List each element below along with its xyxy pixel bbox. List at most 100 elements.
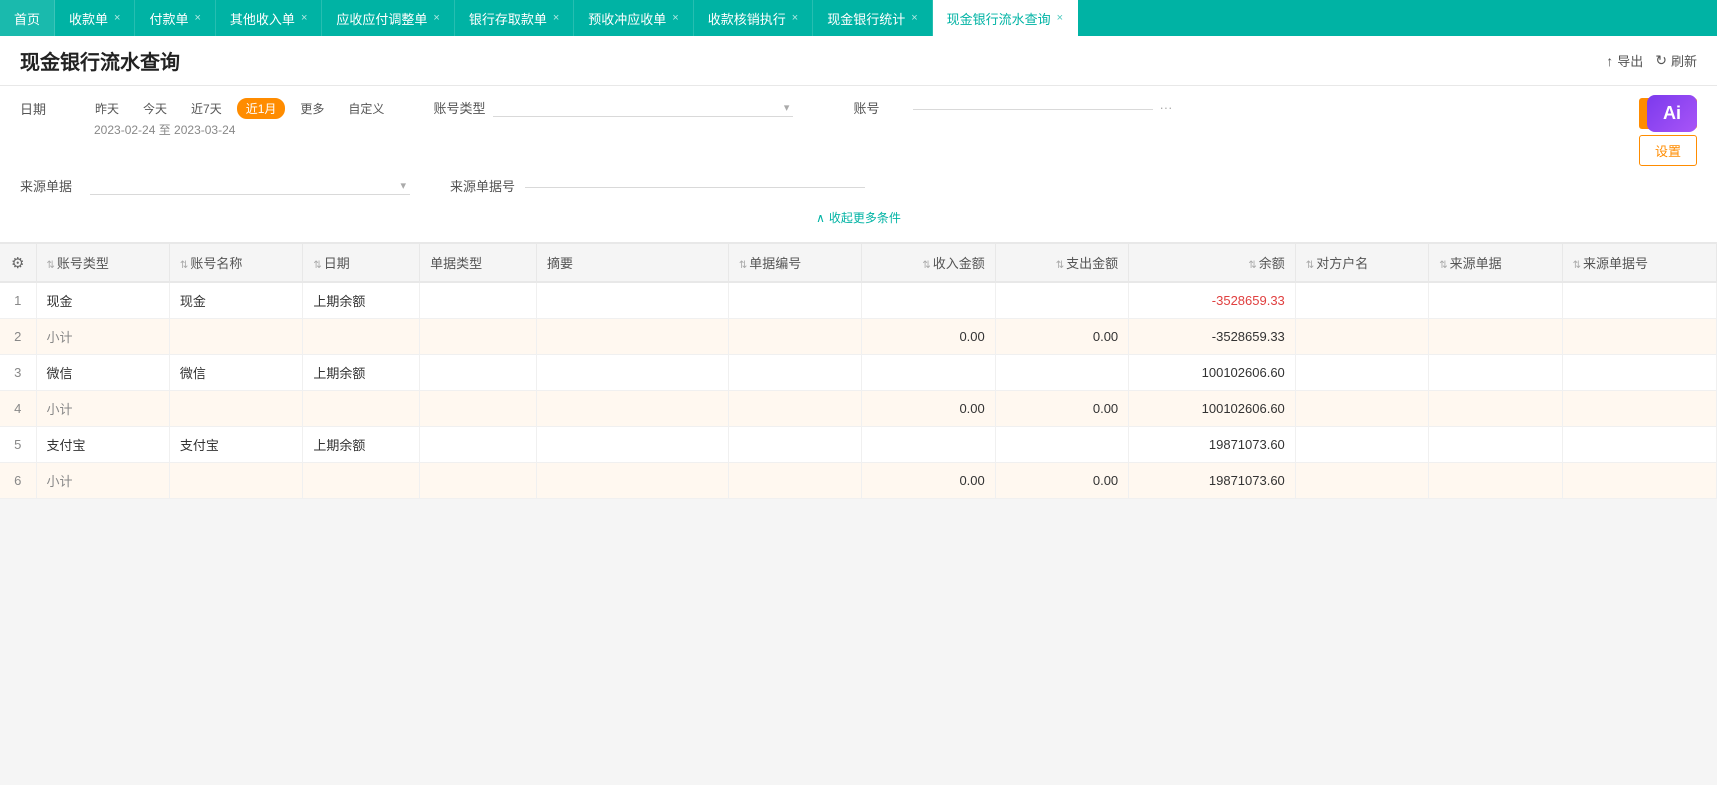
- row-income: 0.00: [862, 391, 995, 427]
- row-counterparty: [1295, 355, 1428, 391]
- nav-item-cash-stats[interactable]: 现金银行统计 ×: [813, 0, 932, 36]
- row-no: 2: [0, 319, 36, 355]
- row-no: 4: [0, 391, 36, 427]
- row-doc-type: [420, 391, 537, 427]
- date-btn-1month[interactable]: 近1月: [237, 98, 286, 119]
- table-row: 2 小计 0.00 0.00 -3528659.33: [0, 319, 1717, 355]
- close-icon[interactable]: ×: [114, 12, 120, 24]
- row-source-doc: [1429, 282, 1562, 319]
- table-row: 5 支付宝 支付宝 上期余额 19871073.60: [0, 427, 1717, 463]
- row-doc-no: [728, 427, 861, 463]
- row-balance: 100102606.60: [1129, 391, 1296, 427]
- row-income: [862, 427, 995, 463]
- row-account-type: 微信: [36, 355, 169, 391]
- cash-flow-table: ⚙ ⇅账号类型 ⇅账号名称 ⇅日期 单据类型 摘要 ⇅单据编号 ⇅收入金额 ⇅支…: [0, 243, 1717, 499]
- row-doc-no: [728, 319, 861, 355]
- row-date: 上期余额: [303, 282, 420, 319]
- account-no-field[interactable]: [913, 105, 1153, 110]
- close-icon[interactable]: ×: [553, 12, 559, 24]
- col-account-name: ⇅账号名称: [169, 244, 302, 283]
- settings-button[interactable]: 设置: [1639, 135, 1697, 166]
- nav-item-adjustment[interactable]: 应收应付调整单 ×: [322, 0, 454, 36]
- row-date: 上期余额: [303, 427, 420, 463]
- col-source-doc: ⇅来源单据: [1429, 244, 1562, 283]
- close-icon[interactable]: ×: [1057, 12, 1063, 24]
- row-doc-no: [728, 282, 861, 319]
- col-account-type: ⇅账号类型: [36, 244, 169, 283]
- refresh-button[interactable]: ↻ 刷新: [1655, 51, 1697, 70]
- close-icon[interactable]: ×: [301, 12, 307, 24]
- nav-item-home[interactable]: 首页: [0, 0, 55, 36]
- row-counterparty: [1295, 427, 1428, 463]
- collapse-button[interactable]: ∧ 收起更多条件: [816, 209, 901, 226]
- date-btn-7days[interactable]: 近7天: [182, 98, 231, 119]
- row-source-doc-no: [1562, 463, 1716, 499]
- date-btn-custom[interactable]: 自定义: [339, 98, 393, 119]
- source-doc-field[interactable]: ▾: [90, 177, 410, 195]
- gear-icon[interactable]: ⚙: [11, 255, 24, 272]
- nav-item-writeoff[interactable]: 收款核销执行 ×: [694, 0, 813, 36]
- row-summary: [536, 463, 728, 499]
- close-icon[interactable]: ×: [194, 12, 200, 24]
- source-doc-no-field[interactable]: [525, 183, 865, 188]
- export-icon: ↑: [1606, 53, 1613, 69]
- nav-item-cash-flow[interactable]: 现金银行流水查询 ×: [933, 0, 1078, 36]
- date-range-display: 2023-02-24 至 2023-03-24: [94, 123, 235, 137]
- ai-assistant-badge[interactable]: Ai: [1647, 95, 1697, 132]
- row-date: [303, 463, 420, 499]
- row-expense: [995, 282, 1128, 319]
- page-title: 现金银行流水查询: [20, 46, 180, 75]
- close-icon[interactable]: ×: [672, 12, 678, 24]
- row-no: 6: [0, 463, 36, 499]
- table-row: 4 小计 0.00 0.00 100102606.60: [0, 391, 1717, 427]
- row-expense: [995, 427, 1128, 463]
- date-options: 昨天 今天 近7天 近1月 更多 自定义: [86, 98, 393, 119]
- table-row: 6 小计 0.00 0.00 19871073.60: [0, 463, 1717, 499]
- row-source-doc-no: [1562, 391, 1716, 427]
- chevron-down-icon: ▾: [400, 179, 406, 192]
- table-header-row: ⚙ ⇅账号类型 ⇅账号名称 ⇅日期 单据类型 摘要 ⇅单据编号 ⇅收入金额 ⇅支…: [0, 244, 1717, 283]
- col-source-doc-no: ⇅来源单据号: [1562, 244, 1716, 283]
- nav-item-payment[interactable]: 付款单 ×: [135, 0, 215, 36]
- account-type-field[interactable]: ▾: [493, 99, 793, 117]
- page-header: 现金银行流水查询 ↑ 导出 ↻ 刷新: [0, 36, 1717, 86]
- row-source-doc: [1429, 391, 1562, 427]
- row-summary: [536, 391, 728, 427]
- date-btn-today[interactable]: 今天: [134, 98, 176, 119]
- export-button[interactable]: ↑ 导出: [1606, 51, 1643, 70]
- close-icon[interactable]: ×: [433, 12, 439, 24]
- row-no: 3: [0, 355, 36, 391]
- refresh-icon: ↻: [1655, 52, 1667, 69]
- row-account-name: [169, 391, 302, 427]
- date-btn-yesterday[interactable]: 昨天: [86, 98, 128, 119]
- row-counterparty: [1295, 282, 1428, 319]
- row-doc-type: [420, 355, 537, 391]
- row-income: [862, 282, 995, 319]
- row-summary: [536, 319, 728, 355]
- row-date: [303, 391, 420, 427]
- nav-item-receipt[interactable]: 收款单 ×: [55, 0, 135, 36]
- col-summary: 摘要: [536, 244, 728, 283]
- row-summary: [536, 282, 728, 319]
- close-icon[interactable]: ×: [792, 12, 798, 24]
- col-doc-type: 单据类型: [420, 244, 537, 283]
- close-icon[interactable]: ×: [911, 12, 917, 24]
- row-income: 0.00: [862, 463, 995, 499]
- nav-item-advance[interactable]: 预收冲应收单 ×: [574, 0, 693, 36]
- row-balance: -3528659.33: [1129, 282, 1296, 319]
- row-source-doc: [1429, 427, 1562, 463]
- row-doc-no: [728, 355, 861, 391]
- top-navigation: 首页 收款单 × 付款单 × 其他收入单 × 应收应付调整单 × 银行存取款单 …: [0, 0, 1717, 36]
- header-actions: ↑ 导出 ↻ 刷新: [1606, 51, 1697, 70]
- nav-item-other-income[interactable]: 其他收入单 ×: [216, 0, 322, 36]
- account-type-label: 账号类型: [433, 98, 493, 117]
- col-balance: ⇅余额: [1129, 244, 1296, 283]
- source-doc-label: 来源单据: [20, 176, 80, 195]
- nav-item-bank-deposit[interactable]: 银行存取款单 ×: [455, 0, 574, 36]
- col-date: ⇅日期: [303, 244, 420, 283]
- table-body: 1 现金 现金 上期余额 -3528659.33 2 小计 0.00 0.00 …: [0, 282, 1717, 499]
- more-options-icon[interactable]: ···: [1159, 100, 1172, 115]
- date-btn-more[interactable]: 更多: [291, 98, 333, 119]
- row-balance: 100102606.60: [1129, 355, 1296, 391]
- row-summary: [536, 427, 728, 463]
